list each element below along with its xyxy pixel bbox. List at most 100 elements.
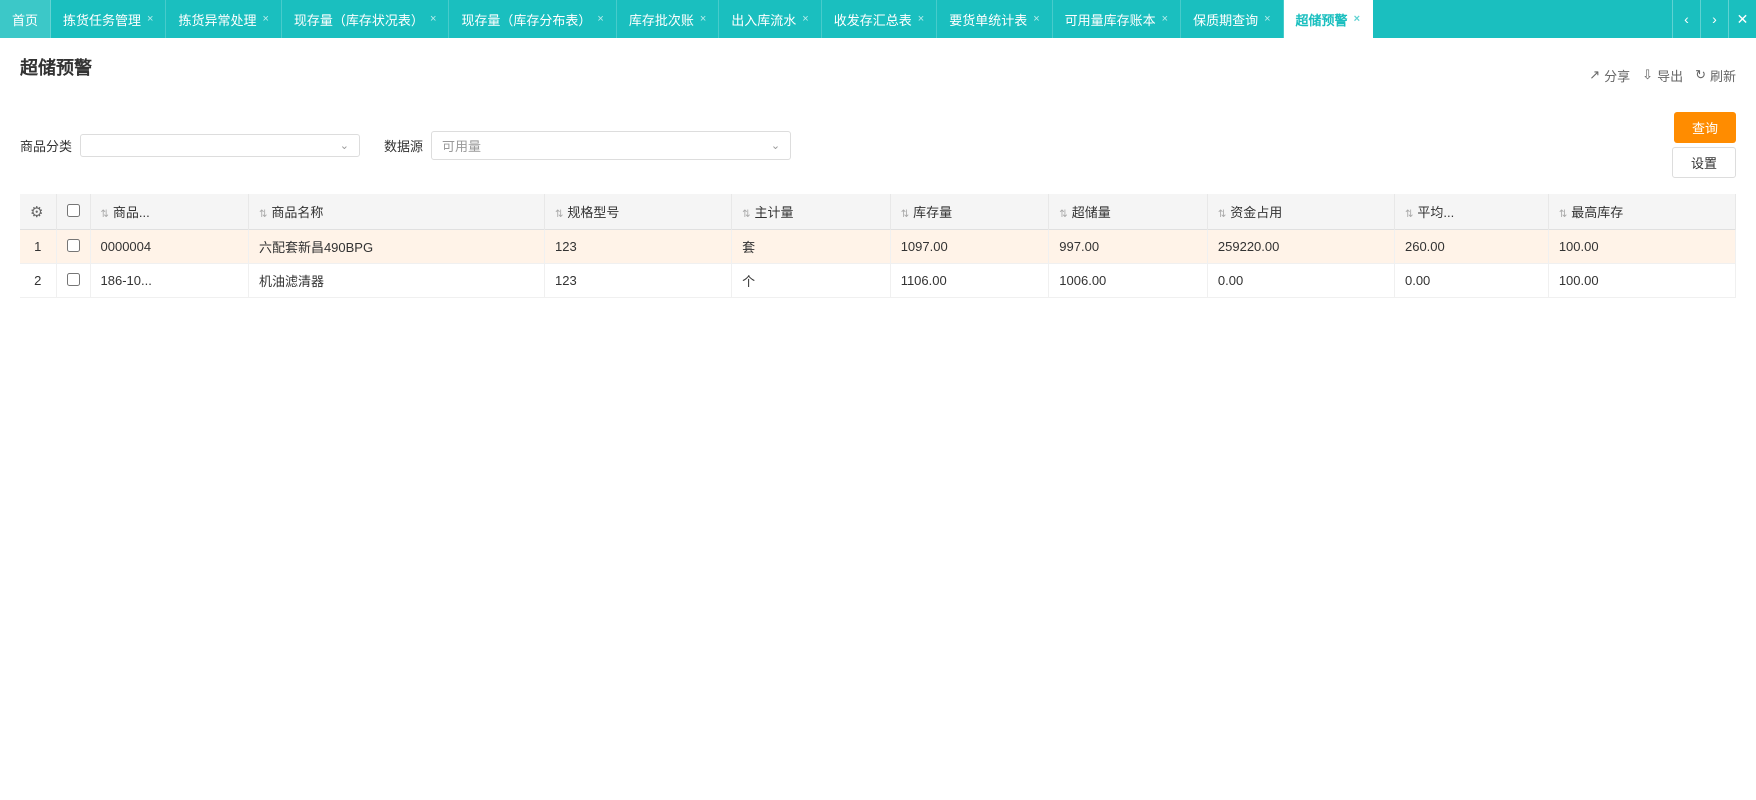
sort-icon-spec: ⇅ bbox=[555, 209, 563, 220]
nav-item-close-10[interactable]: × bbox=[1264, 13, 1270, 25]
data-table: ⚙ ⇅商品...⇅商品名称⇅规格型号⇅主计量⇅库存量⇅超储量⇅资金占用⇅平均...… bbox=[20, 194, 1736, 298]
nav-item-label-4: 现存量（库存分布表） bbox=[461, 10, 591, 29]
nav-item-label-5: 库存批次账 bbox=[629, 10, 694, 29]
cell-max_stock-0: 100.00 bbox=[1548, 230, 1735, 264]
nav-item-7[interactable]: 收发存汇总表 × bbox=[822, 0, 937, 38]
col-header-product_code[interactable]: ⇅商品... bbox=[90, 194, 248, 230]
page-content: 超储预警 ↗ 分享 ⇩ 导出 ↻ 刷新 商品分类 ⌄ 数据源 bbox=[0, 38, 1756, 314]
export-button[interactable]: ⇩ 导出 bbox=[1642, 66, 1683, 85]
category-select[interactable]: ⌄ bbox=[80, 134, 360, 157]
nav-item-3[interactable]: 现存量（库存状况表） × bbox=[282, 0, 449, 38]
nav-item-label-7: 收发存汇总表 bbox=[834, 10, 912, 29]
nav-item-6[interactable]: 出入库流水 × bbox=[719, 0, 821, 38]
nav-item-close-7[interactable]: × bbox=[918, 13, 924, 25]
cell-capital-1: 0.00 bbox=[1207, 264, 1394, 298]
export-icon: ⇩ bbox=[1642, 67, 1653, 83]
nav-item-4[interactable]: 现存量（库存分布表） × bbox=[449, 0, 616, 38]
share-button[interactable]: ↗ 分享 bbox=[1589, 66, 1630, 85]
nav-item-0[interactable]: 首页 bbox=[0, 0, 51, 38]
filter-buttons: 查询 设置 bbox=[1672, 112, 1736, 178]
cell-product_code-0: 0000004 bbox=[90, 230, 248, 264]
nav-item-11[interactable]: 超储预警 × bbox=[1284, 0, 1373, 38]
sort-icon-max_stock: ⇅ bbox=[1559, 209, 1567, 220]
select-all-checkbox[interactable] bbox=[67, 204, 80, 217]
nav-item-close-5[interactable]: × bbox=[700, 13, 706, 25]
cell-overstock-1: 1006.00 bbox=[1049, 264, 1208, 298]
sort-icon-product_name: ⇅ bbox=[259, 209, 267, 220]
cell-avg-1: 0.00 bbox=[1394, 264, 1548, 298]
cell-overstock-0: 997.00 bbox=[1049, 230, 1208, 264]
cell-stock-0: 1097.00 bbox=[890, 230, 1049, 264]
table-settings-icon[interactable]: ⚙ bbox=[20, 194, 56, 230]
col-header-overstock[interactable]: ⇅超储量 bbox=[1049, 194, 1208, 230]
datasource-filter: 数据源 可用量 ⌄ bbox=[384, 131, 791, 160]
cell-unit-0: 套 bbox=[732, 230, 891, 264]
col-header-product_name[interactable]: ⇅商品名称 bbox=[248, 194, 544, 230]
table-row-0: 10000004六配套新昌490BPG123套1097.00997.002592… bbox=[20, 230, 1736, 264]
row-checkbox-0[interactable] bbox=[56, 230, 90, 264]
nav-item-5[interactable]: 库存批次账 × bbox=[617, 0, 719, 38]
cell-max_stock-1: 100.00 bbox=[1548, 264, 1735, 298]
col-header-unit[interactable]: ⇅主计量 bbox=[732, 194, 891, 230]
cell-avg-0: 260.00 bbox=[1394, 230, 1548, 264]
category-filter: 商品分类 ⌄ bbox=[20, 134, 360, 157]
cell-product_name-1: 机油滤清器 bbox=[248, 264, 544, 298]
refresh-button[interactable]: ↻ 刷新 bbox=[1695, 66, 1736, 85]
nav-item-close-11[interactable]: × bbox=[1354, 13, 1360, 25]
settings-button[interactable]: 设置 bbox=[1672, 147, 1736, 178]
sort-icon-overstock: ⇅ bbox=[1059, 209, 1067, 220]
page-actions: ↗ 分享 ⇩ 导出 ↻ 刷新 bbox=[1589, 66, 1736, 85]
datasource-chevron-icon: ⌄ bbox=[771, 139, 780, 152]
row-num-0: 1 bbox=[20, 230, 56, 264]
nav-item-label-9: 可用量库存账本 bbox=[1065, 10, 1156, 29]
nav-next-button[interactable]: › bbox=[1700, 0, 1728, 38]
cell-product_code-1: 186-10... bbox=[90, 264, 248, 298]
cell-product_name-0: 六配套新昌490BPG bbox=[248, 230, 544, 264]
table-body: 1 0000004六配套新昌490BPG123套1097.00997.002592… bbox=[20, 230, 1736, 298]
row-checkbox-1[interactable] bbox=[56, 264, 90, 298]
nav-item-label-1: 拣货任务管理 bbox=[63, 10, 141, 29]
category-label: 商品分类 bbox=[20, 136, 72, 155]
table-header: ⚙ ⇅商品...⇅商品名称⇅规格型号⇅主计量⇅库存量⇅超储量⇅资金占用⇅平均...… bbox=[20, 194, 1736, 230]
nav-item-close-6[interactable]: × bbox=[802, 13, 808, 25]
nav-item-label-11: 超储预警 bbox=[1296, 10, 1348, 29]
cell-capital-0: 259220.00 bbox=[1207, 230, 1394, 264]
table-header-checkbox[interactable] bbox=[56, 194, 90, 230]
nav-item-8[interactable]: 要货单统计表 × bbox=[937, 0, 1052, 38]
category-chevron-icon: ⌄ bbox=[340, 139, 349, 152]
nav-item-close-2[interactable]: × bbox=[262, 13, 268, 25]
cell-spec-1: 123 bbox=[545, 264, 732, 298]
nav-close-button[interactable]: ✕ bbox=[1728, 0, 1756, 38]
nav-item-label-3: 现存量（库存状况表） bbox=[294, 10, 424, 29]
nav-item-close-3[interactable]: × bbox=[430, 13, 436, 25]
cell-stock-1: 1106.00 bbox=[890, 264, 1049, 298]
col-header-max_stock[interactable]: ⇅最高库存 bbox=[1548, 194, 1735, 230]
page-title: 超储预警 bbox=[20, 54, 92, 80]
nav-item-9[interactable]: 可用量库存账本 × bbox=[1053, 0, 1181, 38]
nav-item-close-1[interactable]: × bbox=[147, 13, 153, 25]
nav-item-label-10: 保质期查询 bbox=[1193, 10, 1258, 29]
col-header-spec[interactable]: ⇅规格型号 bbox=[545, 194, 732, 230]
col-header-stock[interactable]: ⇅库存量 bbox=[890, 194, 1049, 230]
col-header-capital[interactable]: ⇅资金占用 bbox=[1207, 194, 1394, 230]
nav-arrows: ‹ › ✕ bbox=[1672, 0, 1756, 38]
nav-item-close-4[interactable]: × bbox=[597, 13, 603, 25]
sort-icon-unit: ⇅ bbox=[742, 209, 750, 220]
query-button[interactable]: 查询 bbox=[1674, 112, 1736, 143]
nav-item-2[interactable]: 拣货异常处理 × bbox=[166, 0, 281, 38]
nav-item-close-8[interactable]: × bbox=[1033, 13, 1039, 25]
nav-item-10[interactable]: 保质期查询 × bbox=[1181, 0, 1283, 38]
nav-prev-button[interactable]: ‹ bbox=[1672, 0, 1700, 38]
sort-icon-product_code: ⇅ bbox=[101, 209, 109, 220]
col-header-avg[interactable]: ⇅平均... bbox=[1394, 194, 1548, 230]
row-cb-0[interactable] bbox=[67, 239, 80, 252]
datasource-select[interactable]: 可用量 ⌄ bbox=[431, 131, 791, 160]
table-row-1: 2186-10...机油滤清器123个1106.001006.000.000.0… bbox=[20, 264, 1736, 298]
nav-item-1[interactable]: 拣货任务管理 × bbox=[51, 0, 166, 38]
row-cb-1[interactable] bbox=[67, 273, 80, 286]
refresh-icon: ↻ bbox=[1695, 67, 1706, 83]
nav-item-close-9[interactable]: × bbox=[1162, 13, 1168, 25]
filter-row: 商品分类 ⌄ 数据源 可用量 ⌄ 查询 设置 bbox=[20, 112, 1736, 178]
sort-icon-capital: ⇅ bbox=[1218, 209, 1226, 220]
row-num-1: 2 bbox=[20, 264, 56, 298]
